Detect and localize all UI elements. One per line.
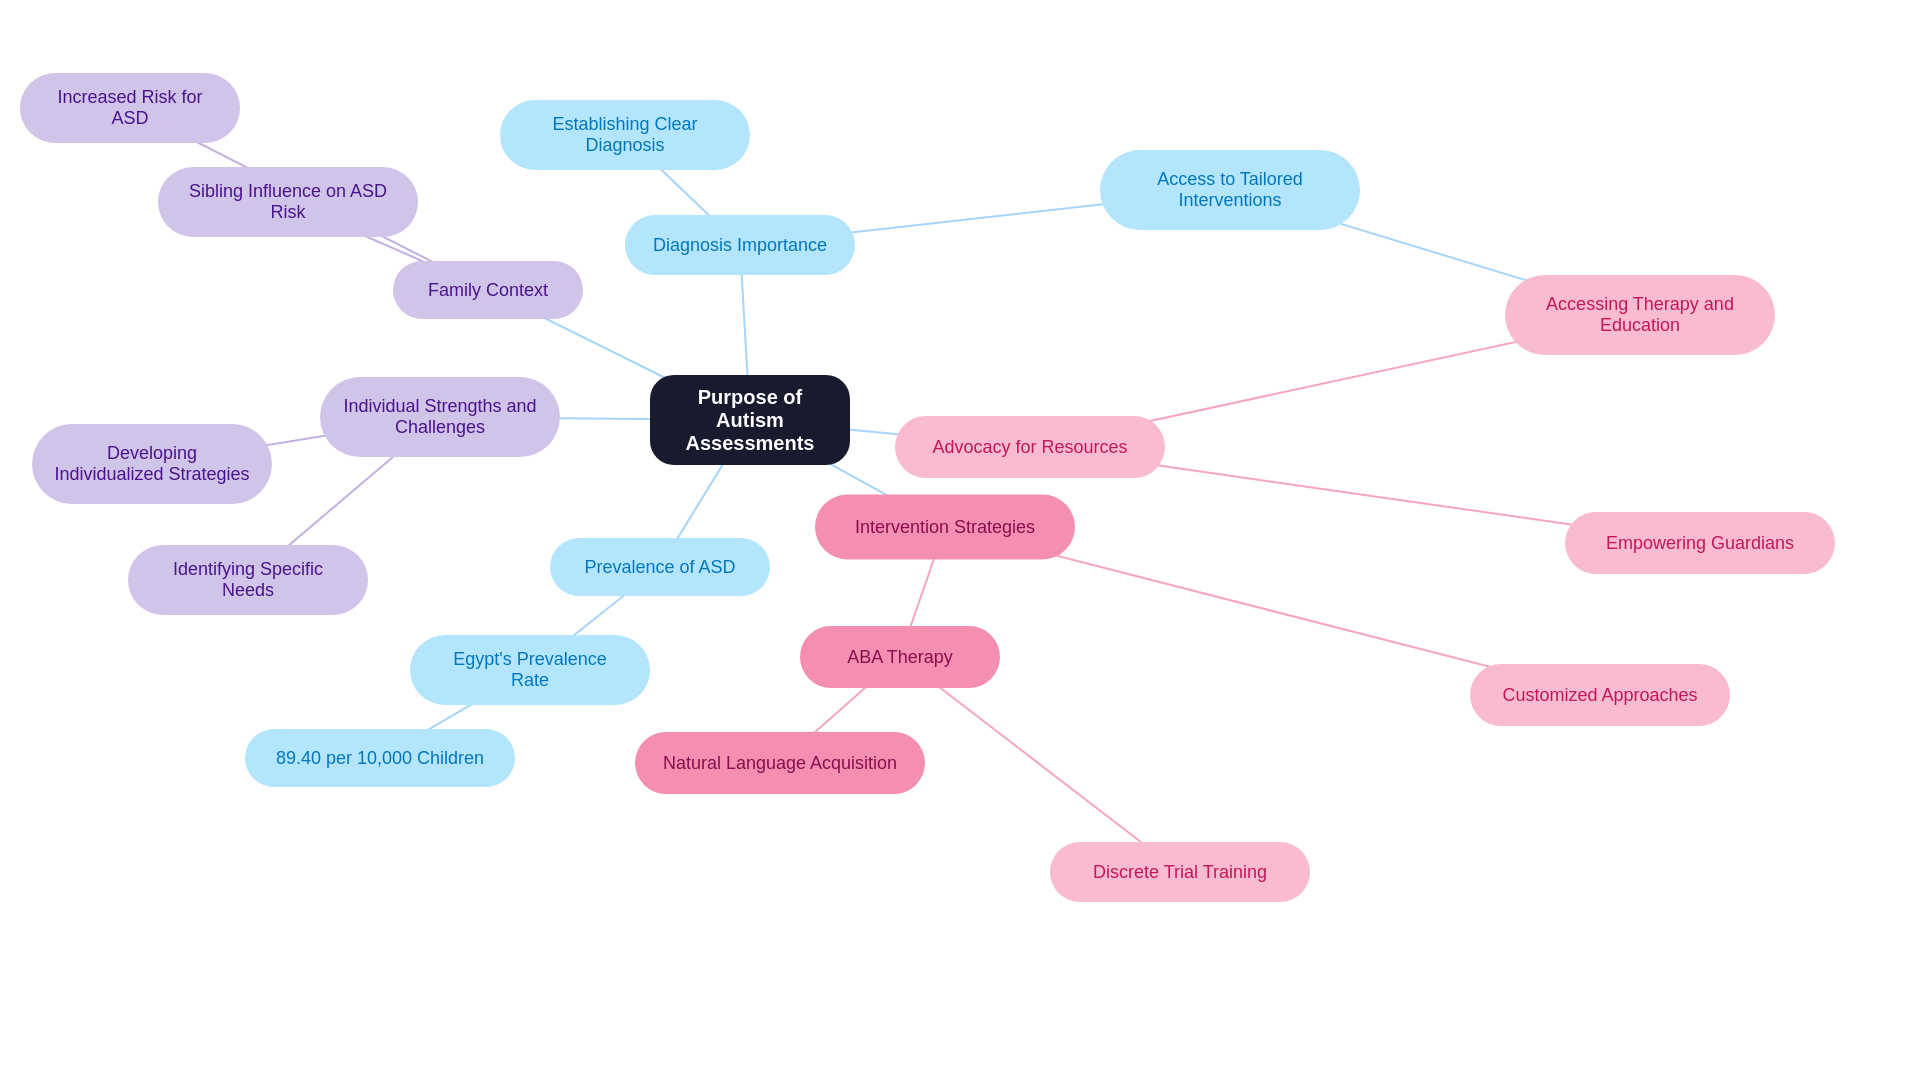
node-developing-strategies[interactable]: Developing Individualized Strategies [32,424,272,504]
node-advocacy-resources[interactable]: Advocacy for Resources [895,416,1165,478]
node-discrete-trial[interactable]: Discrete Trial Training [1050,842,1310,902]
node-diagnosis-importance[interactable]: Diagnosis Importance [625,215,855,275]
node-increased-risk-asd[interactable]: Increased Risk for ASD [20,73,240,143]
node-per-10000[interactable]: 89.40 per 10,000 Children [245,729,515,787]
node-intervention-strategies[interactable]: Intervention Strategies [815,495,1075,560]
node-individual-strengths[interactable]: Individual Strengths and Challenges [320,377,560,457]
node-empowering-guardians[interactable]: Empowering Guardians [1565,512,1835,574]
node-identifying-specific-needs[interactable]: Identifying Specific Needs [128,545,368,615]
node-prevalence-asd[interactable]: Prevalence of ASD [550,538,770,596]
node-customized-approaches[interactable]: Customized Approaches [1470,664,1730,726]
node-natural-language[interactable]: Natural Language Acquisition [635,732,925,794]
node-sibling-influence[interactable]: Sibling Influence on ASD Risk [158,167,418,237]
node-egypt-prevalence[interactable]: Egypt's Prevalence Rate [410,635,650,705]
mind-map-container: Purpose of Autism Assessments Establishin… [0,0,1920,1083]
node-aba-therapy[interactable]: ABA Therapy [800,626,1000,688]
node-establishing-clear-diagnosis[interactable]: Establishing Clear Diagnosis [500,100,750,170]
node-access-tailored-interventions[interactable]: Access to Tailored Interventions [1100,150,1360,230]
node-accessing-therapy-education[interactable]: Accessing Therapy and Education [1505,275,1775,355]
node-center[interactable]: Purpose of Autism Assessments [650,375,850,465]
svg-line-17 [900,657,1180,872]
node-family-context[interactable]: Family Context [393,261,583,319]
